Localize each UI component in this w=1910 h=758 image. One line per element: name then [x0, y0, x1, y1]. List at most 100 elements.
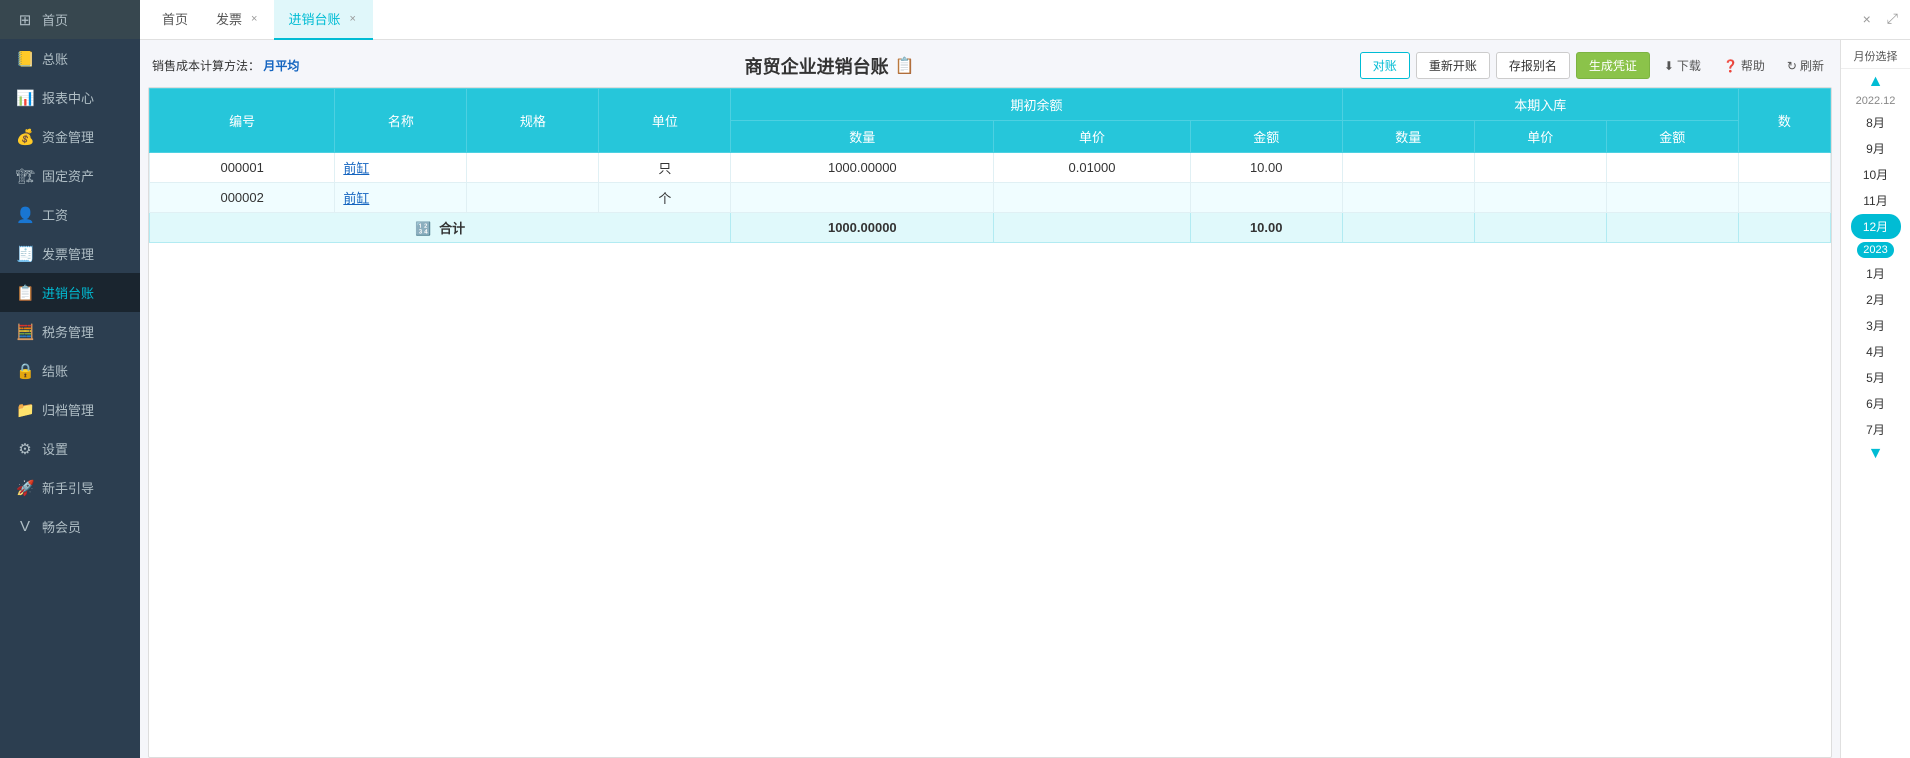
tab-invoice-tab[interactable]: 发票 × [202, 0, 274, 40]
tab-label-home-tab: 首页 [162, 9, 188, 28]
month-item-prev-8月[interactable]: 8月 [1851, 110, 1901, 135]
sidebar-item-archive-management[interactable]: 📁 归档管理 [0, 390, 140, 429]
cell-spec [467, 183, 599, 213]
col-header-opening-price: 单价 [994, 121, 1190, 153]
maximize-button[interactable]: ⤢ [1883, 8, 1902, 29]
table-footer-row: 🔢 合计 1000.00000 10.00 [150, 213, 1831, 243]
month-item-prev-10月[interactable]: 10月 [1851, 162, 1901, 187]
sidebar-icon-report-center: 📊 [16, 89, 34, 107]
cell-spec [467, 153, 599, 183]
data-table-wrapper: 编号 名称 规格 单位 期初余额 本期入库 数 数量 单价 金额 数 [148, 87, 1832, 758]
download-button[interactable]: ⬇ 下载 [1656, 53, 1709, 78]
reconcile-button[interactable]: 对账 [1360, 52, 1410, 79]
cell-unit: 个 [599, 183, 731, 213]
reopen-button[interactable]: 重新开账 [1416, 52, 1490, 79]
month-nav-up[interactable]: ▲ [1866, 71, 1886, 93]
sidebar-icon-fixed-assets: 🏗 [16, 167, 34, 185]
month-item-curr-7月[interactable]: 7月 [1851, 417, 1901, 442]
tab-purchase-sales-tab[interactable]: 进销台账× [274, 0, 372, 40]
content-area: 销售成本计算方法： 月平均 商贸企业进销台账 📋 对账 重新开账 存报别名 生成… [140, 40, 1910, 758]
month-item-curr-3月[interactable]: 3月 [1851, 313, 1901, 338]
month-item-curr-4月[interactable]: 4月 [1851, 339, 1901, 364]
cell-in-qty [1342, 183, 1474, 213]
current-year-months: 1月2月3月4月5月6月7月 [1851, 260, 1901, 443]
sidebar-item-closing[interactable]: 🔒结账 [0, 351, 140, 390]
footer-in-price [1474, 213, 1606, 243]
tab-close-invoice-tab[interactable]: × [248, 12, 260, 26]
cell-unit: 只 [599, 153, 731, 183]
sidebar-item-tax-management[interactable]: 🧮税务管理 [0, 312, 140, 351]
sidebar-label-vip-member: 畅会员 [42, 517, 81, 536]
cost-method-value: 月平均 [263, 59, 299, 73]
download-icon: ⬇ [1664, 59, 1674, 73]
current-year-label: 2023 [1857, 242, 1893, 258]
month-item-curr-1月[interactable]: 1月 [1851, 261, 1901, 286]
main-area: 首页发票×进销台账× 销售成本计算方法： 月平均 商贸企业进销台账 📋 对账 重… [140, 0, 1910, 758]
month-item-prev-11月[interactable]: 11月 [1851, 188, 1901, 213]
tab-bar: 首页发票×进销台账× [140, 0, 1910, 40]
month-item-curr-6月[interactable]: 6月 [1851, 391, 1901, 416]
sidebar-label-settings: 设置 [42, 439, 68, 458]
tab-label-invoice-tab: 发票 [216, 9, 242, 28]
footer-label-cell: 🔢 合计 [150, 213, 731, 243]
sidebar-label-archive-management: 归档管理 [42, 400, 94, 419]
footer-opening-amount: 10.00 [1190, 213, 1342, 243]
col-header-opening-qty: 数量 [731, 121, 994, 153]
generate-voucher-button[interactable]: 生成凭证 [1576, 52, 1650, 79]
sidebar-item-vip-member[interactable]: V畅会员 [0, 507, 140, 546]
footer-label: 合计 [439, 221, 465, 236]
sidebar-item-invoice-management[interactable]: 🧾发票管理 [0, 234, 140, 273]
prev-year-label: 2022.12 [1852, 93, 1900, 109]
tab-home-tab[interactable]: 首页 [148, 0, 202, 40]
cell-in-price [1474, 153, 1606, 183]
refresh-button[interactable]: ↻ 刷新 [1779, 53, 1832, 78]
tab-close-purchase-sales-tab[interactable]: × [346, 12, 358, 26]
page-info-icon[interactable]: 📋 [895, 56, 915, 76]
cell-partial [1738, 153, 1830, 183]
table-row[interactable]: 000001 前缸 只 1000.00000 0.01000 10.00 [150, 153, 1831, 183]
sidebar-label-fund-management: 资金管理 [42, 127, 94, 146]
sidebar-icon-purchase-sales-ledger: 📋 [16, 284, 34, 302]
col-header-name: 名称 [335, 89, 467, 153]
cell-opening-qty: 1000.00000 [731, 153, 994, 183]
sidebar-item-new-user-guide[interactable]: 🚀新手引导 [0, 468, 140, 507]
sidebar-item-home[interactable]: ⊞首页 [0, 0, 140, 39]
sidebar-icon-salary: 👤 [16, 206, 34, 224]
cell-opening-qty [731, 183, 994, 213]
sidebar-item-settings[interactable]: ⚙ 设置 [0, 429, 140, 468]
sidebar-item-general-ledger[interactable]: 📒总账 [0, 39, 140, 78]
cell-partial [1738, 183, 1830, 213]
col-header-in-qty: 数量 [1342, 121, 1474, 153]
table-body: 000001 前缸 只 1000.00000 0.01000 10.00 000… [150, 153, 1831, 213]
sidebar-icon-tax-management: 🧮 [16, 323, 34, 341]
sidebar-label-fixed-assets: 固定资产 [42, 166, 94, 185]
month-item-prev-9月[interactable]: 9月 [1851, 136, 1901, 161]
table-row[interactable]: 000002 前缸 个 [150, 183, 1831, 213]
month-nav-down[interactable]: ▼ [1866, 443, 1886, 465]
save-alias-button[interactable]: 存报别名 [1496, 52, 1570, 79]
sidebar-label-report-center: 报表中心 [42, 88, 94, 107]
close-button[interactable]: × [1859, 8, 1875, 29]
sidebar-icon-archive-management: 📁 [16, 401, 34, 419]
sidebar-label-closing: 结账 [42, 361, 68, 380]
month-item-prev-12月[interactable]: 12月 [1851, 214, 1901, 239]
cell-name: 前缸 [335, 153, 467, 183]
window-controls: × ⤢ [1859, 8, 1902, 29]
month-item-curr-5月[interactable]: 5月 [1851, 365, 1901, 390]
cell-in-price [1474, 183, 1606, 213]
sidebar-item-fund-management[interactable]: 💰资金管理 [0, 117, 140, 156]
sidebar-item-salary[interactable]: 👤工资 [0, 195, 140, 234]
sidebar-item-report-center[interactable]: 📊 报表中心 [0, 78, 140, 117]
help-icon: ❓ [1723, 59, 1738, 73]
cell-in-amount [1606, 153, 1738, 183]
sidebar-icon-settings: ⚙ [16, 440, 34, 458]
cost-method: 销售成本计算方法： 月平均 [152, 57, 299, 74]
sidebar-label-invoice-management: 发票管理 [42, 244, 94, 263]
sidebar-label-home: 首页 [42, 10, 68, 29]
sidebar-item-purchase-sales-ledger[interactable]: 📋进销台账 [0, 273, 140, 312]
sidebar-item-fixed-assets[interactable]: 🏗 固定资产 [0, 156, 140, 195]
sidebar-label-new-user-guide: 新手引导 [42, 478, 94, 497]
month-item-curr-2月[interactable]: 2月 [1851, 287, 1901, 312]
col-header-code: 编号 [150, 89, 335, 153]
help-button[interactable]: ❓ 帮助 [1715, 53, 1773, 78]
